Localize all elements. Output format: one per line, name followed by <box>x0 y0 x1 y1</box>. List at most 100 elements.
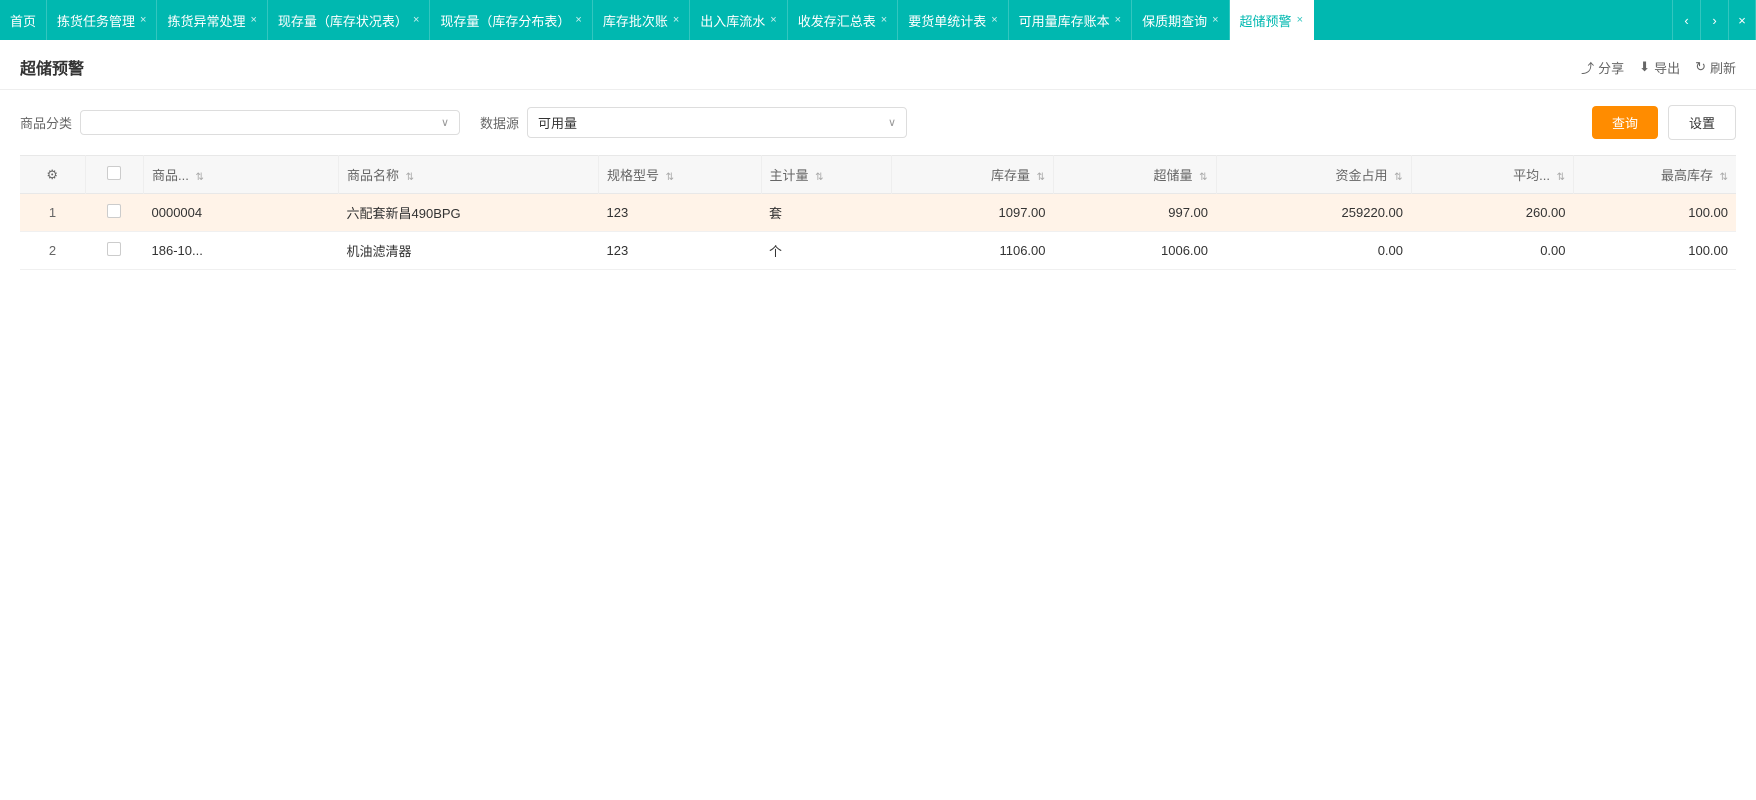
row-checkbox-1[interactable] <box>107 242 121 256</box>
nav-close-all-button[interactable]: × <box>1728 0 1756 40</box>
nav-tab-close-3[interactable]: × <box>413 14 419 26</box>
col-over-label: 超储量 <box>1153 168 1192 183</box>
nav-tab-7[interactable]: 收发存汇总表 × <box>788 0 898 40</box>
sort-spec-icon[interactable]: ⇅ <box>666 172 674 183</box>
sort-stock-icon[interactable]: ⇅ <box>1037 172 1045 183</box>
nav-tab-close-8[interactable]: × <box>991 14 997 26</box>
col-checkbox <box>85 156 144 194</box>
query-button[interactable]: 查询 <box>1592 106 1658 139</box>
nav-tab-close-6[interactable]: × <box>770 14 776 26</box>
col-unit-label: 主计量 <box>770 168 809 183</box>
share-button[interactable]: ⤴ 分享 <box>1581 58 1624 77</box>
col-avg-label: 平均... <box>1513 168 1550 183</box>
category-chevron-icon: ∨ <box>441 116 449 129</box>
row-capital-0: 259220.00 <box>1216 194 1411 232</box>
col-max-label: 最高库存 <box>1661 168 1713 183</box>
row-unit-1: 个 <box>761 232 891 270</box>
page-title: 超储预警 <box>20 55 84 79</box>
refresh-label: 刷新 <box>1710 58 1736 77</box>
nav-tab-close-1[interactable]: × <box>140 14 146 26</box>
sort-capital-icon[interactable]: ⇅ <box>1394 172 1402 183</box>
table-row: 1 0000004 六配套新昌490BPG 123 套 1097.00 997.… <box>20 194 1736 232</box>
row-code-0: 0000004 <box>144 194 339 232</box>
page-header: 超储预警 ⤴ 分享 ⬇ 导出 ↻ 刷新 <box>0 40 1756 90</box>
nav-tab-close-9[interactable]: × <box>1115 14 1121 26</box>
row-over-0: 997.00 <box>1054 194 1217 232</box>
row-spec-1: 123 <box>599 232 762 270</box>
col-header-stock: 库存量 ⇅ <box>891 156 1054 194</box>
sort-avg-icon[interactable]: ⇅ <box>1557 172 1565 183</box>
sort-unit-icon[interactable]: ⇅ <box>815 172 823 183</box>
col-header-capital: 资金占用 ⇅ <box>1216 156 1411 194</box>
row-num-1: 2 <box>20 232 85 270</box>
col-header-spec: 规格型号 ⇅ <box>599 156 762 194</box>
nav-tab-1[interactable]: 拣货任务管理 × <box>47 0 157 40</box>
row-capital-1: 0.00 <box>1216 232 1411 270</box>
nav-tab-9[interactable]: 可用量库存账本 × <box>1009 0 1132 40</box>
col-header-avg: 平均... ⇅ <box>1411 156 1574 194</box>
sort-max-icon[interactable]: ⇅ <box>1720 172 1728 183</box>
nav-tab-4[interactable]: 现存量（库存分布表） × <box>430 0 592 40</box>
col-header-unit: 主计量 ⇅ <box>761 156 891 194</box>
refresh-button[interactable]: ↻ 刷新 <box>1695 58 1736 77</box>
row-code-1: 186-10... <box>144 232 339 270</box>
nav-tab-close-10[interactable]: × <box>1212 14 1218 26</box>
category-label: 商品分类 <box>20 113 72 132</box>
nav-tab-close-2[interactable]: × <box>250 14 256 26</box>
row-over-1: 1006.00 <box>1054 232 1217 270</box>
row-max-1: 100.00 <box>1574 232 1737 270</box>
table-row: 2 186-10... 机油滤清器 123 个 1106.00 1006.00 … <box>20 232 1736 270</box>
top-nav: 首页拣货任务管理 ×拣货异常处理 ×现存量（库存状况表） ×现存量（库存分布表）… <box>0 0 1756 40</box>
page-content: 超储预警 ⤴ 分享 ⬇ 导出 ↻ 刷新 商品分类 ∨ 数据源 <box>0 40 1756 800</box>
share-label: 分享 <box>1598 58 1624 77</box>
share-icon: ⤴ <box>1581 58 1594 77</box>
settings-button[interactable]: 设置 <box>1668 105 1736 140</box>
table-header: ⚙ 商品... ⇅ 商品名称 ⇅ 规格型号 ⇅ <box>20 156 1736 194</box>
row-checkbox-cell-0 <box>85 194 144 232</box>
nav-tab-6[interactable]: 出入库流水 × <box>690 0 787 40</box>
filter-actions: 查询 设置 <box>1592 105 1736 140</box>
nav-tab-11[interactable]: 超储预警 × <box>1230 0 1314 40</box>
datasource-filter: 数据源 可用量 ∨ <box>480 107 907 138</box>
select-all-checkbox[interactable] <box>107 166 121 180</box>
datasource-label: 数据源 <box>480 113 519 132</box>
col-code-label: 商品... <box>152 168 189 183</box>
row-stock-1: 1106.00 <box>891 232 1054 270</box>
main-table: ⚙ 商品... ⇅ 商品名称 ⇅ 规格型号 ⇅ <box>20 155 1736 270</box>
nav-tab-5[interactable]: 库存批次账 × <box>593 0 690 40</box>
export-label: 导出 <box>1654 58 1680 77</box>
col-settings: ⚙ <box>20 156 85 194</box>
sort-code-icon[interactable]: ⇅ <box>195 172 203 183</box>
row-max-0: 100.00 <box>1574 194 1737 232</box>
table-body: 1 0000004 六配套新昌490BPG 123 套 1097.00 997.… <box>20 194 1736 270</box>
row-num-0: 1 <box>20 194 85 232</box>
export-button[interactable]: ⬇ 导出 <box>1639 58 1680 77</box>
row-unit-0: 套 <box>761 194 891 232</box>
sort-over-icon[interactable]: ⇅ <box>1199 172 1207 183</box>
nav-tab-close-11[interactable]: × <box>1297 14 1303 26</box>
nav-tab-0[interactable]: 首页 <box>0 0 47 40</box>
nav-tab-close-7[interactable]: × <box>881 14 887 26</box>
nav-tab-10[interactable]: 保质期查询 × <box>1132 0 1229 40</box>
col-capital-label: 资金占用 <box>1335 168 1387 183</box>
nav-tab-close-5[interactable]: × <box>673 14 679 26</box>
row-avg-1: 0.00 <box>1411 232 1574 270</box>
nav-prev-button[interactable]: ‹ <box>1672 0 1700 40</box>
datasource-chevron-icon: ∨ <box>888 116 896 129</box>
datasource-select[interactable]: 可用量 ∨ <box>527 107 907 138</box>
nav-tab-close-4[interactable]: × <box>575 14 581 26</box>
nav-tab-2[interactable]: 拣货异常处理 × <box>157 0 267 40</box>
gear-icon[interactable]: ⚙ <box>46 167 58 182</box>
col-name-label: 商品名称 <box>347 168 399 183</box>
datasource-select-value: 可用量 <box>538 113 577 132</box>
row-checkbox-0[interactable] <box>107 204 121 218</box>
row-spec-0: 123 <box>599 194 762 232</box>
row-stock-0: 1097.00 <box>891 194 1054 232</box>
category-select[interactable]: ∨ <box>80 110 460 135</box>
sort-name-icon[interactable]: ⇅ <box>406 172 414 183</box>
nav-next-button[interactable]: › <box>1700 0 1728 40</box>
nav-tab-3[interactable]: 现存量（库存状况表） × <box>268 0 430 40</box>
row-name-0: 六配套新昌490BPG <box>339 194 599 232</box>
col-header-code: 商品... ⇅ <box>144 156 339 194</box>
nav-tab-8[interactable]: 要货单统计表 × <box>898 0 1008 40</box>
